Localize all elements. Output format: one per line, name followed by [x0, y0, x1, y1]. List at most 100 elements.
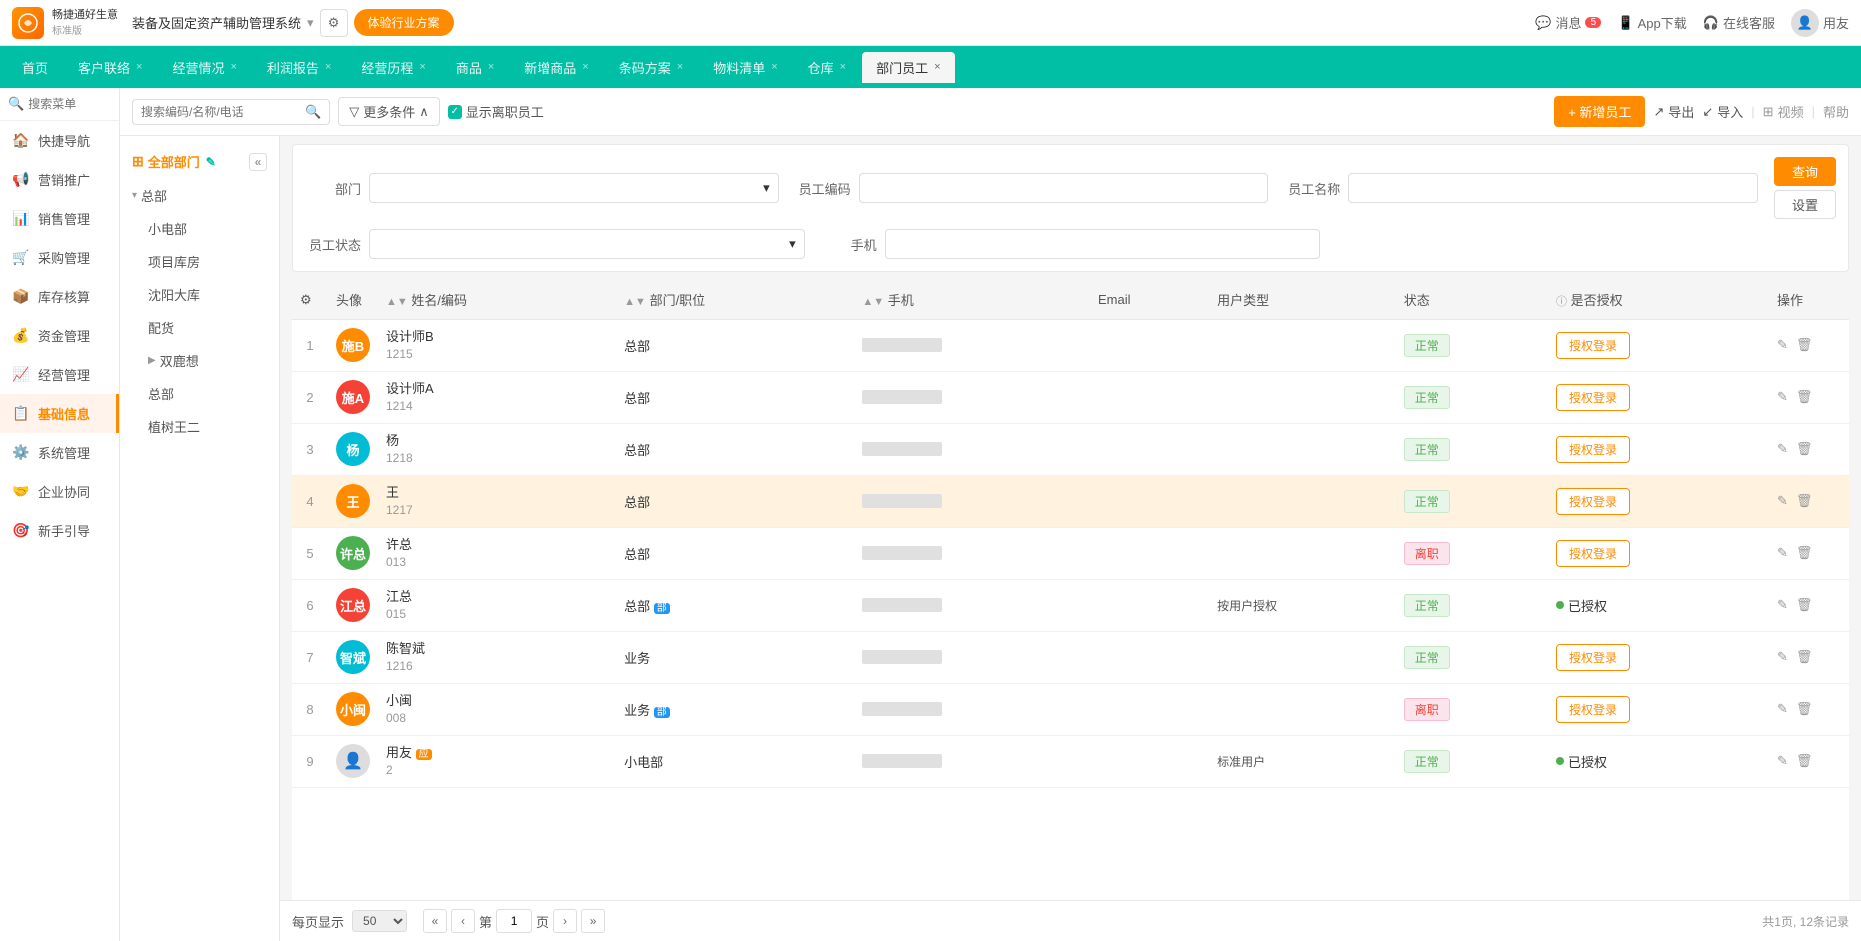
close-icon[interactable]: ×	[677, 61, 683, 73]
dept-item-shuanglu[interactable]: ▶ 双鹿想	[120, 344, 279, 377]
edit-icon[interactable]: ✎	[1777, 493, 1788, 509]
tab-new-goods[interactable]: 新增商品 ×	[510, 52, 602, 83]
close-icon[interactable]: ×	[419, 61, 425, 73]
dept-edit-icon[interactable]: ✎	[206, 155, 216, 169]
delete-icon[interactable]: 🗑	[1796, 649, 1813, 665]
page-last-button[interactable]: »	[581, 909, 605, 933]
edit-icon[interactable]: ✎	[1777, 441, 1788, 457]
delete-icon[interactable]: 🗑	[1796, 545, 1813, 561]
tab-profit[interactable]: 利润报告 ×	[253, 52, 345, 83]
dept-item-zhishu[interactable]: 植树王二	[120, 410, 279, 443]
dept-item-project[interactable]: 项目库房	[120, 245, 279, 278]
close-icon[interactable]: ×	[934, 61, 940, 73]
message-item[interactable]: 💬 消息 5	[1535, 13, 1601, 32]
search-box[interactable]: 🔍	[132, 99, 330, 125]
tab-customer[interactable]: 客户联络 ×	[64, 52, 156, 83]
edit-icon[interactable]: ✎	[1777, 753, 1788, 769]
edit-icon[interactable]: ✎	[1777, 701, 1788, 717]
show-resign-checkbox[interactable]: ✓ 显示离职员工	[448, 102, 544, 121]
close-icon[interactable]: ×	[136, 61, 142, 73]
delete-icon[interactable]: 🗑	[1796, 337, 1813, 353]
sidebar-item-quicknav[interactable]: 🏠 快捷导航	[0, 121, 119, 160]
import-button[interactable]: ↙ 导入	[1702, 102, 1743, 121]
close-icon[interactable]: ×	[488, 61, 494, 73]
close-icon[interactable]: ×	[840, 61, 846, 73]
edit-icon[interactable]: ✎	[1777, 649, 1788, 665]
authorize-button[interactable]: 授权登录	[1556, 384, 1630, 411]
query-button[interactable]: 查询	[1774, 157, 1836, 186]
search-btn-icon[interactable]: 🔍	[305, 104, 321, 120]
user-item[interactable]: 👤 用友	[1791, 9, 1849, 37]
close-icon[interactable]: ×	[230, 61, 236, 73]
emp-code-input[interactable]	[859, 173, 1269, 203]
tab-barcode[interactable]: 条码方案 ×	[605, 52, 697, 83]
edit-icon[interactable]: ✎	[1777, 337, 1788, 353]
more-filter-btn[interactable]: ▽ 更多条件 ∧	[338, 97, 440, 126]
dept-item-shenyang[interactable]: 沈阳大库	[120, 278, 279, 311]
phone-input[interactable]	[885, 229, 1321, 259]
delete-icon[interactable]: 🗑	[1796, 753, 1813, 769]
tab-warehouse[interactable]: 仓库 ×	[794, 52, 860, 83]
page-next-button[interactable]: ›	[553, 909, 577, 933]
dept-item-small-elec[interactable]: 小电部	[120, 212, 279, 245]
experience-button[interactable]: 体验行业方案	[354, 9, 454, 36]
authorize-button[interactable]: 授权登录	[1556, 696, 1630, 723]
filter-settings-button[interactable]: 设置	[1774, 190, 1836, 219]
col-settings-header[interactable]: ⚙	[292, 280, 328, 320]
authorize-button[interactable]: 授权登录	[1556, 332, 1630, 359]
sidebar-item-business[interactable]: 📈 经营管理	[0, 355, 119, 394]
per-page-select[interactable]: 50 100 200	[352, 910, 407, 932]
sidebar-item-sales[interactable]: 📊 销售管理	[0, 199, 119, 238]
online-service-item[interactable]: 🎧 在线客服	[1703, 13, 1775, 32]
tab-goods[interactable]: 商品 ×	[442, 52, 508, 83]
delete-icon[interactable]: 🗑	[1796, 597, 1813, 613]
edit-icon[interactable]: ✎	[1777, 597, 1788, 613]
sidebar-search-input[interactable]	[28, 97, 111, 111]
tab-dept-employee[interactable]: 部门员工 ×	[862, 52, 954, 83]
sidebar-item-system[interactable]: ⚙️ 系统管理	[0, 433, 119, 472]
view-button[interactable]: ⊞ 视频	[1763, 102, 1804, 121]
delete-icon[interactable]: 🗑	[1796, 389, 1813, 405]
dept-item-distribution[interactable]: 配货	[120, 311, 279, 344]
export-button[interactable]: ↗ 导出	[1653, 102, 1694, 121]
sidebar-item-inventory[interactable]: 📦 库存核算	[0, 277, 119, 316]
page-first-button[interactable]: «	[423, 909, 447, 933]
authorize-button[interactable]: 授权登录	[1556, 488, 1630, 515]
edit-icon[interactable]: ✎	[1777, 389, 1788, 405]
sidebar-item-finance[interactable]: 💰 资金管理	[0, 316, 119, 355]
sidebar-item-guide[interactable]: 🎯 新手引导	[0, 511, 119, 550]
authorize-button[interactable]: 授权登录	[1556, 644, 1630, 671]
tab-bom[interactable]: 物料清单 ×	[699, 52, 791, 83]
app-download-item[interactable]: 📱 App下载	[1617, 13, 1686, 32]
close-icon[interactable]: ×	[771, 61, 777, 73]
close-icon[interactable]: ×	[582, 61, 588, 73]
tab-history[interactable]: 经营历程 ×	[347, 52, 439, 83]
authorize-button[interactable]: 授权登录	[1556, 540, 1630, 567]
delete-icon[interactable]: 🗑	[1796, 441, 1813, 457]
settings-icon[interactable]: ⚙	[320, 9, 348, 37]
dept-item-headquarters[interactable]: 总部	[120, 377, 279, 410]
status-select[interactable]: ▾	[369, 229, 805, 259]
close-icon[interactable]: ×	[325, 61, 331, 73]
delete-icon[interactable]: 🗑	[1796, 701, 1813, 717]
edit-icon[interactable]: ✎	[1777, 545, 1788, 561]
tab-home[interactable]: 首页	[8, 52, 62, 83]
search-input[interactable]	[141, 105, 301, 119]
dropdown-icon[interactable]: ▾	[307, 15, 314, 31]
page-prev-button[interactable]: ‹	[451, 909, 475, 933]
add-employee-button[interactable]: + 新增员工	[1554, 96, 1645, 127]
sidebar-item-purchase[interactable]: 🛒 采购管理	[0, 238, 119, 277]
page-input[interactable]	[496, 909, 532, 933]
delete-icon[interactable]: 🗑	[1796, 493, 1813, 509]
dept-item-root[interactable]: ▾ 总部	[120, 179, 279, 212]
dept-collapse-button[interactable]: «	[249, 153, 267, 171]
help-button[interactable]: 帮助	[1823, 102, 1849, 121]
sidebar-item-collab[interactable]: 🤝 企业协同	[0, 472, 119, 511]
emp-name-input[interactable]	[1348, 173, 1758, 203]
sidebar-item-basic[interactable]: 📋 基础信息	[0, 394, 119, 433]
tab-operation[interactable]: 经营情况 ×	[158, 52, 250, 83]
sidebar-item-marketing[interactable]: 📢 营销推广	[0, 160, 119, 199]
authorize-button[interactable]: 授权登录	[1556, 436, 1630, 463]
dept-select[interactable]: ▾	[369, 173, 779, 203]
sidebar-search[interactable]: 🔍	[0, 88, 119, 121]
